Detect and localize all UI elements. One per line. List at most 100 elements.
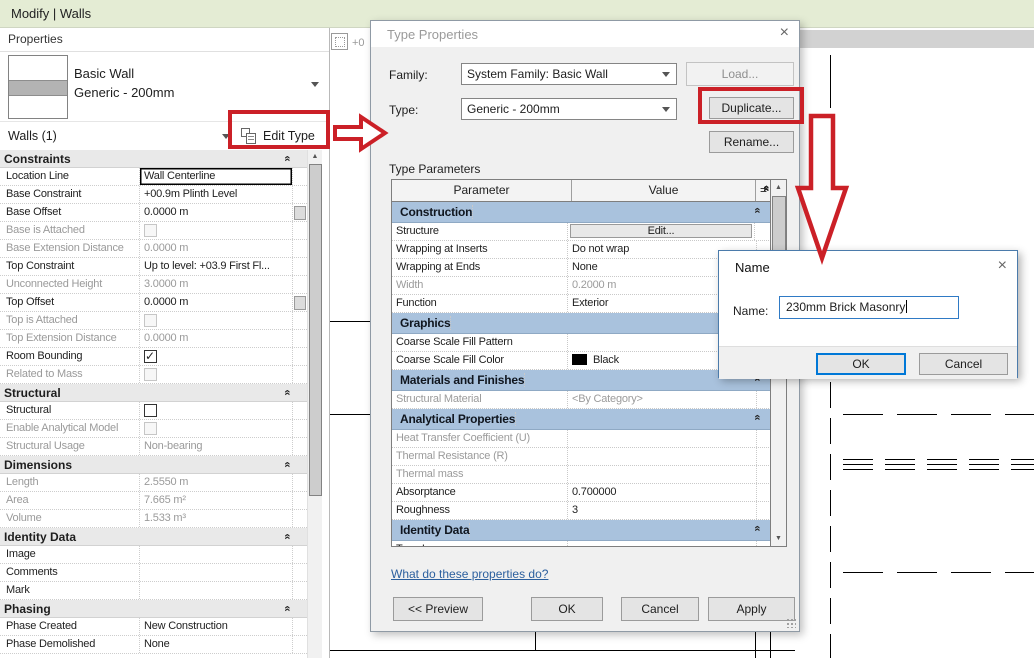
property-value[interactable]: +00.9m Plinth Level (140, 186, 292, 203)
property-value[interactable] (140, 564, 292, 581)
parameter-value[interactable] (568, 430, 756, 447)
value-column-header[interactable]: Value (572, 180, 756, 201)
checkbox[interactable] (144, 224, 157, 237)
collapse-chevron-icon[interactable]: » (281, 389, 293, 395)
property-value[interactable] (140, 582, 292, 599)
property-value[interactable] (140, 366, 292, 383)
parameter-name: Width (392, 277, 568, 294)
mini-cell (292, 564, 307, 581)
property-value[interactable] (140, 546, 292, 563)
property-value[interactable]: None (140, 636, 292, 653)
parameter-row[interactable]: Thermal Resistance (R) » (392, 186, 773, 466)
property-value[interactable] (140, 222, 292, 239)
parameter-row[interactable]: Coarse Scale Fill Pattern » (392, 186, 773, 352)
parameter-row[interactable]: Function Exterior » (392, 186, 773, 313)
scroll-down-icon[interactable]: ▼ (771, 531, 786, 546)
property-value[interactable]: Wall Centerline (140, 168, 292, 185)
checkbox[interactable] (144, 348, 157, 365)
parameter-value[interactable]: <By Category> (568, 391, 756, 408)
parameter-value[interactable] (568, 466, 756, 483)
panel-scrollbar[interactable]: ▲ (307, 150, 322, 658)
parameter-row[interactable]: Identity Data » (392, 520, 771, 541)
parameter-row[interactable]: Type Image » (392, 186, 773, 546)
parameter-row[interactable]: Width 0.2000 m » (392, 186, 773, 295)
family-combobox[interactable]: System Family: Basic Wall (461, 63, 677, 85)
property-value[interactable]: 7.665 m² (140, 492, 292, 509)
property-value[interactable] (140, 348, 292, 365)
collapse-chevron-icon[interactable]: » (752, 208, 764, 214)
type-combobox[interactable]: Generic - 200mm (461, 98, 677, 120)
property-value[interactable]: 0.0000 m (140, 294, 292, 311)
property-value[interactable]: 2.5550 m (140, 474, 292, 491)
checkbox[interactable] (144, 422, 157, 435)
property-label: Related to Mass (0, 366, 140, 383)
close-icon[interactable]: × (998, 257, 1007, 275)
checkbox[interactable] (144, 314, 157, 327)
parameter-value[interactable] (568, 448, 756, 465)
parameter-value[interactable]: 0.700000 (568, 484, 756, 501)
property-value[interactable]: New Construction (140, 618, 292, 635)
property-value[interactable]: 0.0000 m (140, 240, 292, 257)
property-value[interactable]: Non-bearing (140, 438, 292, 455)
parameter-row[interactable]: Structural Material <By Category> » (392, 186, 773, 409)
associate-parameter-button[interactable] (294, 206, 306, 220)
scroll-up-icon[interactable]: ▲ (308, 150, 322, 164)
parameter-row[interactable]: Wrapping at Inserts Do not wrap » (392, 186, 773, 259)
parameter-value[interactable]: Edit... (570, 224, 752, 238)
collapse-chevron-icon[interactable]: » (281, 461, 293, 467)
property-group-header[interactable]: Structural » (0, 384, 307, 402)
cancel-button[interactable]: Cancel (919, 353, 1008, 375)
parameter-row[interactable]: Roughness 3 » (392, 186, 773, 520)
ok-button[interactable]: OK (531, 597, 603, 621)
apply-button[interactable]: Apply (708, 597, 795, 621)
parameter-row[interactable]: Materials and Finishes » (392, 370, 771, 391)
parameter-row[interactable]: Wrapping at Ends None » (392, 186, 773, 277)
property-value[interactable]: 0.0000 m (140, 204, 292, 221)
collapse-chevron-icon[interactable]: » (752, 415, 764, 421)
parameter-value[interactable] (568, 541, 756, 546)
parameter-row[interactable]: Absorptance 0.700000 » (392, 186, 773, 502)
property-value[interactable] (140, 402, 292, 419)
collapse-chevron-icon[interactable]: » (281, 605, 293, 611)
associate-parameter-button[interactable] (294, 296, 306, 310)
scrollbar-thumb[interactable] (309, 164, 322, 496)
ok-button[interactable]: OK (816, 353, 906, 375)
close-icon[interactable]: × (780, 24, 789, 42)
parameter-row[interactable]: Graphics » (392, 313, 771, 334)
parameter-name: Thermal Resistance (R) (392, 448, 568, 465)
collapse-chevron-icon[interactable]: » (281, 533, 293, 539)
parameter-row[interactable]: Heat Transfer Coefficient (U) » (392, 186, 773, 448)
resize-grip[interactable] (786, 618, 796, 628)
checkbox[interactable] (144, 368, 157, 381)
parameter-row[interactable]: Analytical Properties » (392, 409, 771, 430)
type-selector-dropdown-icon[interactable] (311, 82, 319, 87)
property-value[interactable]: Up to level: +03.9 First Fl... (140, 258, 292, 275)
preview-button[interactable]: << Preview (393, 597, 483, 621)
parameter-row[interactable]: Coarse Scale Fill Color Black » (392, 186, 773, 370)
annotation-arrow-right (333, 113, 389, 153)
parameter-value[interactable]: 3 (568, 502, 756, 519)
collapse-chevron-icon[interactable]: » (752, 526, 764, 532)
property-value[interactable] (140, 312, 292, 329)
rename-button[interactable]: Rename... (709, 131, 794, 153)
property-group-header[interactable]: Identity Data » (0, 528, 307, 546)
property-value[interactable]: 1.533 m³ (140, 510, 292, 527)
collapse-chevron-icon[interactable]: » (281, 155, 293, 161)
parameter-column-header[interactable]: Parameter (392, 180, 572, 201)
property-group-header[interactable]: Constraints » (0, 150, 307, 168)
load-button[interactable]: Load... (686, 62, 794, 86)
scroll-up-icon[interactable]: ▲ (771, 180, 786, 195)
parameter-row[interactable]: Thermal mass » (392, 186, 773, 484)
cancel-button[interactable]: Cancel (621, 597, 699, 621)
property-group-header[interactable]: Dimensions » (0, 456, 307, 474)
checkbox[interactable] (144, 404, 157, 417)
properties-help-link[interactable]: What do these properties do? (391, 567, 548, 581)
dialog-titlebar[interactable]: Type Properties × (371, 21, 799, 47)
property-value[interactable]: 3.0000 m (140, 276, 292, 293)
property-group-header[interactable]: Phasing » (0, 600, 307, 618)
parameter-row[interactable]: Construction » (392, 202, 771, 223)
parameter-row[interactable]: Structure Edit... » (392, 186, 773, 241)
property-value[interactable]: 0.0000 m (140, 330, 292, 347)
property-value[interactable] (140, 420, 292, 437)
name-input[interactable]: 230mm Brick Masonry (779, 296, 959, 319)
